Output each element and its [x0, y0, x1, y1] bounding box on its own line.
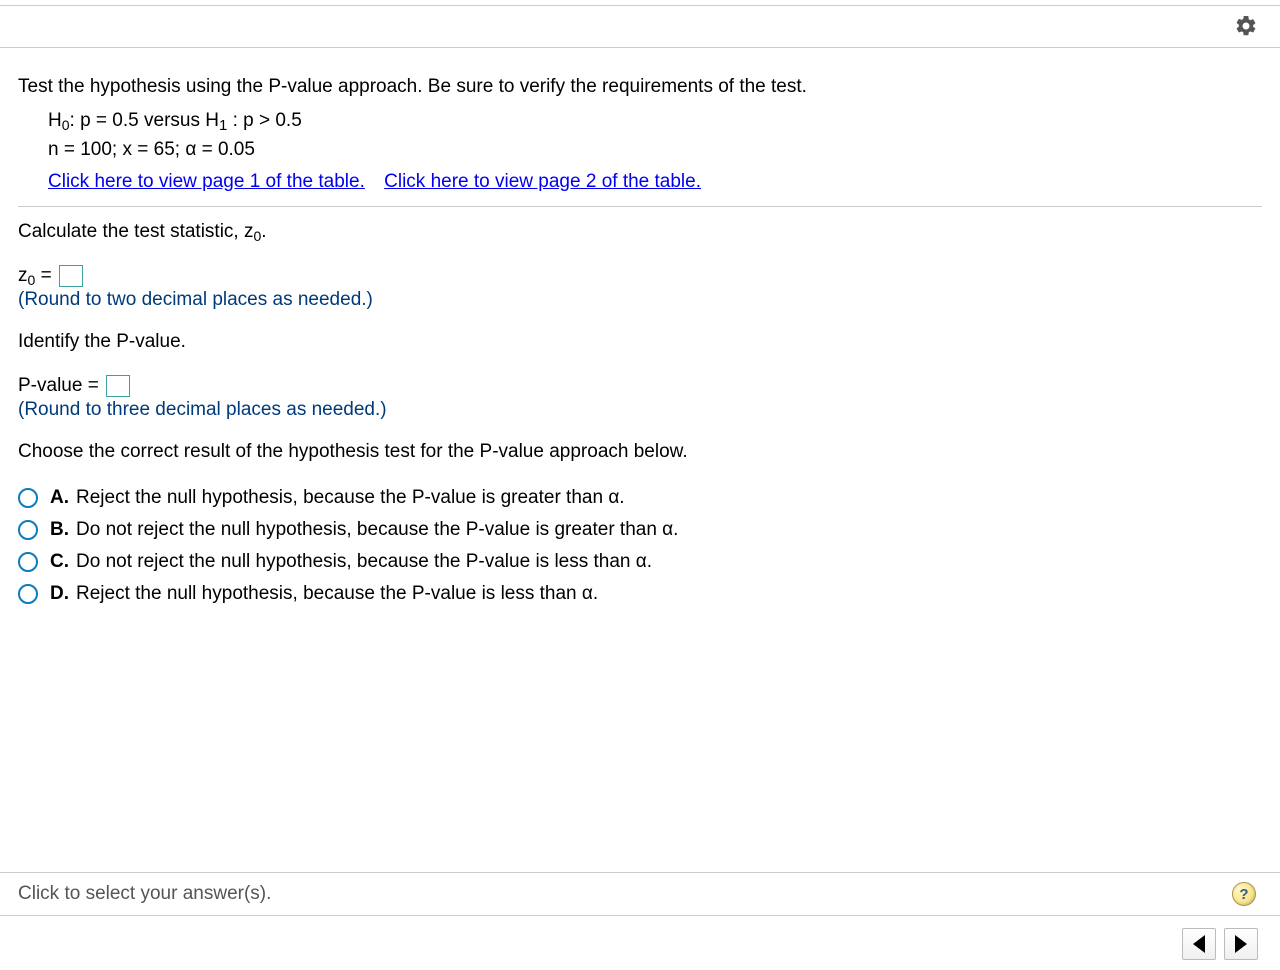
- pvalue-section: Identify the P-value. P-value = (Round t…: [18, 331, 1262, 421]
- pvalue-input-row: P-value =: [18, 375, 1262, 397]
- choice-b: B. Do not reject the null hypothesis, be…: [18, 519, 1262, 541]
- radio-c[interactable]: [18, 552, 38, 572]
- calc-prompt-b: .: [261, 221, 266, 242]
- hypothesis-line: H0: p = 0.5 versus H1 : p > 0.5: [48, 106, 1262, 135]
- z-label-sub: 0: [28, 272, 36, 288]
- choice-text: Do not reject the null hypothesis, becau…: [76, 551, 652, 573]
- z-label-a: z: [18, 265, 28, 286]
- hypothesis-block: H0: p = 0.5 versus H1 : p > 0.5 n = 100;…: [48, 106, 1262, 196]
- help-icon[interactable]: ?: [1232, 882, 1256, 906]
- pvalue-label: P-value =: [18, 375, 104, 396]
- choice-c: C. Do not reject the null hypothesis, be…: [18, 551, 1262, 573]
- choice-letter: B.: [50, 519, 76, 541]
- divider: [18, 206, 1262, 207]
- choice-text: Do not reject the null hypothesis, becau…: [76, 519, 678, 541]
- calc-prompt-a: Calculate the test statistic, z: [18, 221, 254, 242]
- calc-section: Calculate the test statistic, z0. z0 = (…: [18, 221, 1262, 311]
- round-2dp-note: (Round to two decimal places as needed.): [18, 289, 1262, 311]
- question-content: Test the hypothesis using the P-value ap…: [0, 48, 1280, 605]
- footer-bar: Click to select your answer(s). ?: [0, 872, 1280, 916]
- radio-d[interactable]: [18, 584, 38, 604]
- h1-subscript: 1: [219, 117, 227, 134]
- choose-section: Choose the correct result of the hypothe…: [18, 441, 1262, 605]
- h0-subscript: 0: [62, 117, 70, 133]
- arrow-left-icon: [1193, 935, 1205, 953]
- pvalue-prompt: Identify the P-value.: [18, 331, 1262, 353]
- prev-button[interactable]: [1182, 928, 1216, 960]
- table-link-2[interactable]: Click here to view page 2 of the table.: [384, 171, 701, 192]
- help-symbol: ?: [1239, 886, 1248, 903]
- z-label-eq: =: [35, 265, 57, 286]
- data-line: n = 100; x = 65; α = 0.05: [48, 135, 1262, 164]
- radio-a[interactable]: [18, 488, 38, 508]
- calc-prompt-sub: 0: [254, 228, 262, 244]
- choices-list: A. Reject the null hypothesis, because t…: [18, 487, 1262, 605]
- header-bar: [0, 6, 1280, 48]
- nav-bar: [1182, 928, 1258, 960]
- choose-prompt: Choose the correct result of the hypothe…: [18, 441, 1262, 463]
- choice-letter: A.: [50, 487, 76, 509]
- table-link-1[interactable]: Click here to view page 1 of the table.: [48, 171, 365, 192]
- choice-a: A. Reject the null hypothesis, because t…: [18, 487, 1262, 509]
- arrow-right-icon: [1235, 935, 1247, 953]
- footer-text: Click to select your answer(s).: [18, 883, 271, 904]
- h-letter: H: [48, 110, 62, 131]
- pvalue-input[interactable]: [106, 375, 130, 397]
- round-3dp-note: (Round to three decimal places as needed…: [18, 399, 1262, 421]
- choice-letter: D.: [50, 583, 76, 605]
- next-button[interactable]: [1224, 928, 1258, 960]
- choice-text: Reject the null hypothesis, because the …: [76, 487, 625, 509]
- radio-b[interactable]: [18, 520, 38, 540]
- instruction-text: Test the hypothesis using the P-value ap…: [18, 76, 1262, 98]
- choice-text: Reject the null hypothesis, because the …: [76, 583, 598, 605]
- z0-input[interactable]: [59, 265, 83, 287]
- h0-body: : p = 0.5 versus H: [70, 110, 219, 131]
- choice-d: D. Reject the null hypothesis, because t…: [18, 583, 1262, 605]
- table-links-row: Click here to view page 1 of the table. …: [48, 167, 1262, 196]
- gear-icon[interactable]: [1234, 14, 1258, 38]
- calc-prompt: Calculate the test statistic, z0.: [18, 221, 1262, 243]
- z0-input-row: z0 =: [18, 265, 1262, 287]
- h1-body: : p > 0.5: [227, 110, 301, 131]
- choice-letter: C.: [50, 551, 76, 573]
